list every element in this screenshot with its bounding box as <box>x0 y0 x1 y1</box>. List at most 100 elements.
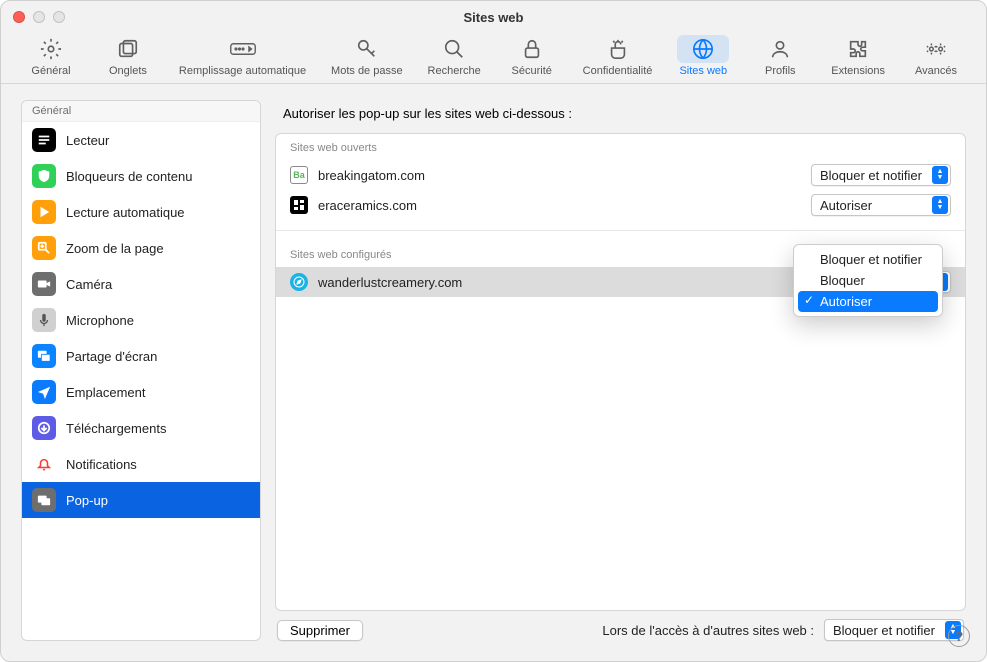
passwords-icon <box>341 35 393 63</box>
preferences-window: Sites web Général Onglets Remplissage auto… <box>0 0 987 662</box>
toolbar-privacy[interactable]: Confidentialité <box>579 33 657 79</box>
toolbar-passwords[interactable]: Mots de passe <box>327 33 407 79</box>
minimize-button[interactable] <box>33 11 45 23</box>
sidebar-item-label: Caméra <box>66 277 112 292</box>
toolbar-websites[interactable]: Sites web <box>673 33 733 79</box>
sidebar-item-blockers[interactable]: Bloqueurs de contenu <box>22 158 260 194</box>
dropdown-option[interactable]: Bloquer <box>798 270 938 291</box>
sidebar-item-label: Bloqueurs de contenu <box>66 169 192 184</box>
sidebar-item-label: Emplacement <box>66 385 145 400</box>
toolbar-label: Général <box>31 65 70 77</box>
general-icon <box>25 35 77 63</box>
security-icon <box>506 35 558 63</box>
privacy-icon <box>592 35 644 63</box>
site-favicon <box>290 273 308 291</box>
sidebar-item-zoom[interactable]: Zoom de la page <box>22 230 260 266</box>
websites-list: Sites web ouverts Ba breakingatom.com Bl… <box>275 133 966 611</box>
sidebar-item-label: Notifications <box>66 457 137 472</box>
toolbar-extensions[interactable]: Extensions <box>827 33 889 79</box>
other-sites-select[interactable]: Bloquer et notifier ▲▼ <box>824 619 964 641</box>
titlebar: Sites web <box>1 1 986 29</box>
autofill-icon <box>217 35 269 63</box>
chevron-updown-icon: ▲▼ <box>932 166 948 184</box>
dropdown-option[interactable]: Autoriser <box>798 291 938 312</box>
sidebar-item-downloads[interactable]: Téléchargements <box>22 410 260 446</box>
site-row[interactable]: Ba breakingatom.com Bloquer et notifier … <box>276 160 965 190</box>
sidebar: Général Lecteur Bloqueurs de contenu Lectu… <box>21 100 261 641</box>
location-icon <box>32 380 56 404</box>
open-rows: Ba breakingatom.com Bloquer et notifier … <box>276 160 965 220</box>
toolbar-advanced[interactable]: Avancés <box>906 33 966 79</box>
websites-icon <box>677 35 729 63</box>
chevron-updown-icon: ▲▼ <box>932 196 948 214</box>
sidebar-item-label: Lecteur <box>66 133 109 148</box>
other-sites-label: Lors de l'accès à d'autres sites web : <box>602 623 814 638</box>
site-permission-select[interactable]: Autoriser ▲▼ <box>811 194 951 216</box>
main-heading: Autoriser les pop-up sur les sites web c… <box>275 100 966 125</box>
dropdown-option[interactable]: Bloquer et notifier <box>798 249 938 270</box>
sidebar-section-header: Général <box>22 101 260 122</box>
sidebar-item-notifications[interactable]: Notifications <box>22 446 260 482</box>
maximize-button[interactable] <box>53 11 65 23</box>
sidebar-item-screenshare[interactable]: Partage d'écran <box>22 338 260 374</box>
toolbar-label: Sites web <box>679 65 727 77</box>
sidebar-item-autoplay[interactable]: Lecture automatique <box>22 194 260 230</box>
toolbar-label: Confidentialité <box>583 65 653 77</box>
toolbar-security[interactable]: Sécurité <box>502 33 562 79</box>
other-sites-value: Bloquer et notifier <box>833 623 941 638</box>
sidebar-item-label: Téléchargements <box>66 421 166 436</box>
site-permission-select[interactable]: Bloquer et notifier ▲▼ <box>811 164 951 186</box>
site-name: wanderlustcreamery.com <box>318 275 801 290</box>
bottom-bar: Supprimer Lors de l'accès à d'autres sit… <box>275 619 966 641</box>
sidebar-item-label: Microphone <box>66 313 134 328</box>
toolbar-label: Onglets <box>109 65 147 77</box>
traffic-lights <box>13 11 65 23</box>
screenshare-icon <box>32 344 56 368</box>
search-icon <box>428 35 480 63</box>
site-row[interactable]: eraceramics.com Autoriser ▲▼ <box>276 190 965 220</box>
window-title: Sites web <box>13 10 974 25</box>
toolbar-label: Extensions <box>831 65 885 77</box>
toolbar-label: Sécurité <box>512 65 552 77</box>
site-name: breakingatom.com <box>318 168 801 183</box>
advanced-icon <box>910 35 962 63</box>
toolbar-general[interactable]: Général <box>21 33 81 79</box>
zoom-icon <box>32 236 56 260</box>
profiles-icon <box>754 35 806 63</box>
sidebar-item-mic[interactable]: Microphone <box>22 302 260 338</box>
toolbar-autofill[interactable]: Remplissage automatique <box>175 33 310 79</box>
sidebar-item-popup[interactable]: Pop-up <box>22 482 260 518</box>
site-favicon <box>290 196 308 214</box>
list-divider <box>276 230 965 231</box>
sidebar-item-location[interactable]: Emplacement <box>22 374 260 410</box>
downloads-icon <box>32 416 56 440</box>
help-button[interactable]: ? <box>948 625 970 647</box>
popup-permission-dropdown[interactable]: Bloquer et notifierBloquerAutoriser <box>793 244 943 317</box>
close-button[interactable] <box>13 11 25 23</box>
sidebar-item-camera[interactable]: Caméra <box>22 266 260 302</box>
toolbar-label: Avancés <box>915 65 957 77</box>
popup-icon <box>32 488 56 512</box>
toolbar-profiles[interactable]: Profils <box>750 33 810 79</box>
toolbar-label: Remplissage automatique <box>179 65 306 77</box>
site-name: eraceramics.com <box>318 198 801 213</box>
sidebar-item-reader[interactable]: Lecteur <box>22 122 260 158</box>
toolbar-tabs[interactable]: Onglets <box>98 33 158 79</box>
sidebar-item-label: Lecture automatique <box>66 205 185 220</box>
sidebar-list: Lecteur Bloqueurs de contenu Lecture autom… <box>22 122 260 640</box>
reader-icon <box>32 128 56 152</box>
toolbar-label: Recherche <box>428 65 481 77</box>
autoplay-icon <box>32 200 56 224</box>
site-permission-value: Autoriser <box>820 198 928 213</box>
extensions-icon <box>832 35 884 63</box>
site-permission-value: Bloquer et notifier <box>820 168 928 183</box>
remove-button[interactable]: Supprimer <box>277 620 363 641</box>
tabs-icon <box>102 35 154 63</box>
toolbar-search[interactable]: Recherche <box>424 33 485 79</box>
toolbar-label: Mots de passe <box>331 65 403 77</box>
sidebar-item-label: Pop-up <box>66 493 108 508</box>
camera-icon <box>32 272 56 296</box>
toolbar: Général Onglets Remplissage automatique Mot… <box>1 29 986 84</box>
sidebar-item-label: Partage d'écran <box>66 349 157 364</box>
site-favicon: Ba <box>290 166 308 184</box>
